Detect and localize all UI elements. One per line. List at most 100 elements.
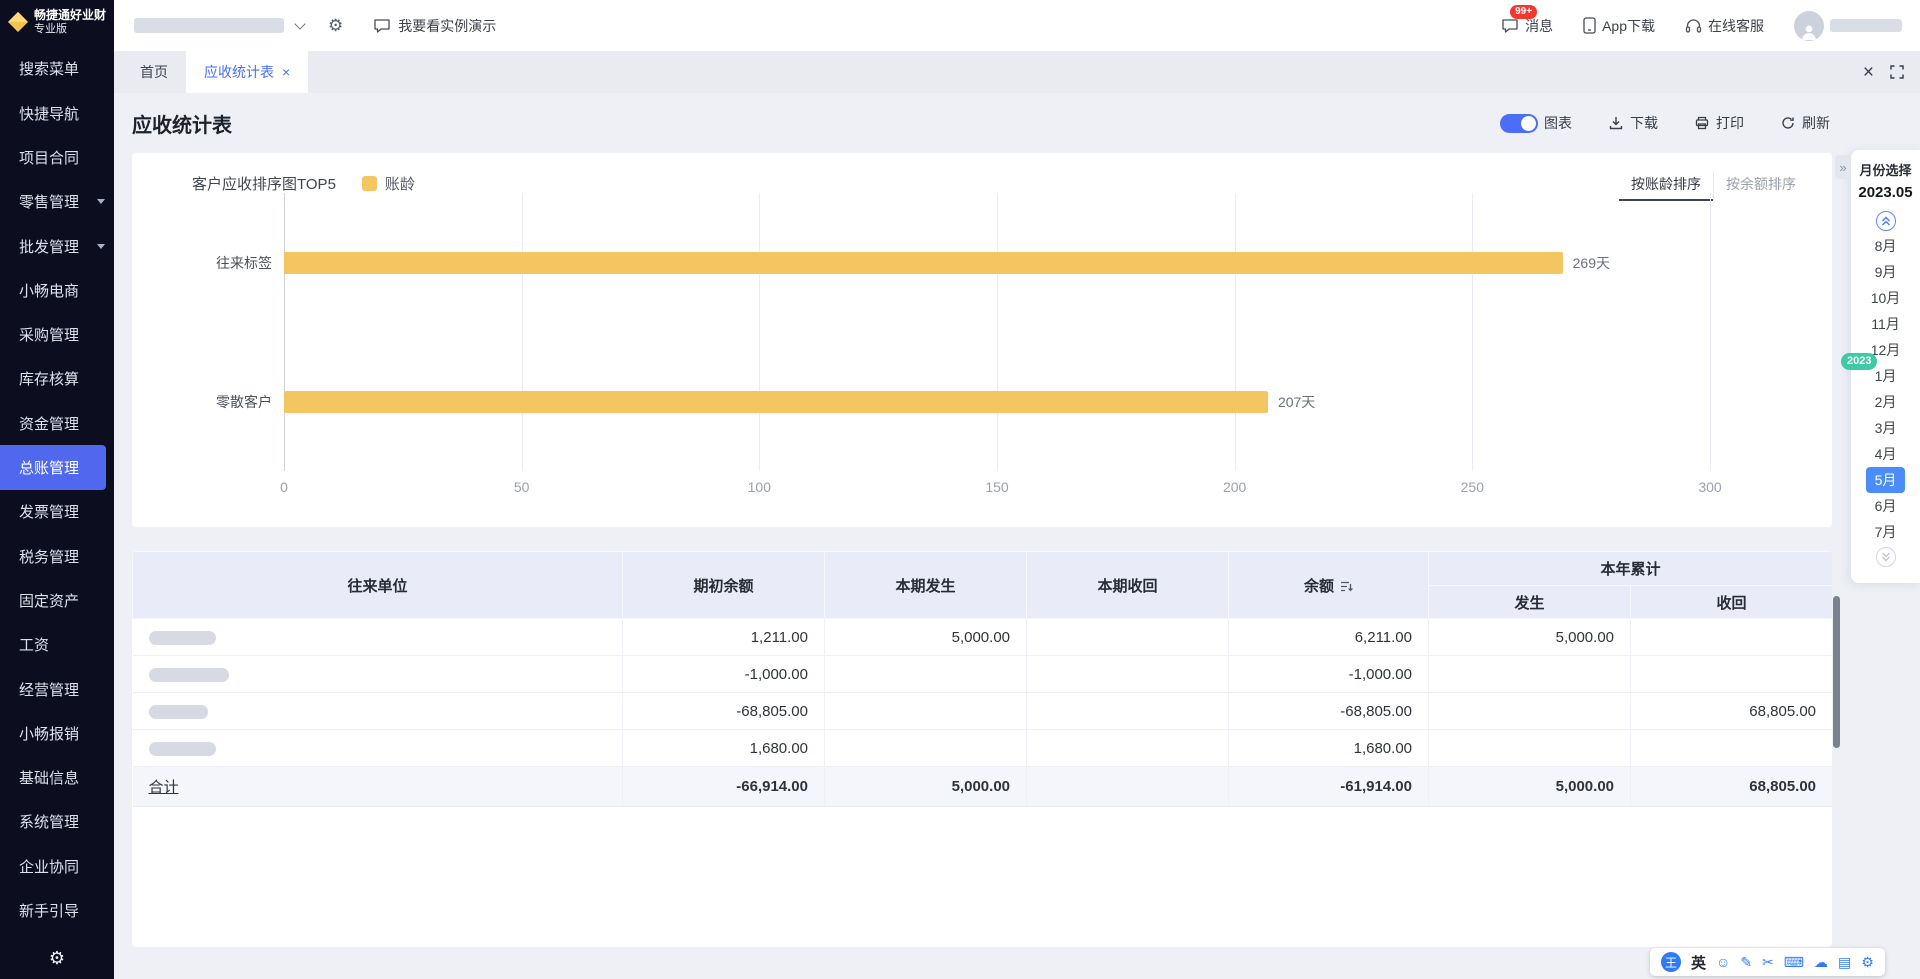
table-cell	[825, 730, 1027, 767]
brand-logo: 畅捷通好业财 专业版	[0, 0, 114, 43]
table-row[interactable]: 1,211.005,000.006,211.005,000.00	[133, 619, 1833, 656]
table-cell	[1027, 619, 1229, 656]
scroll-up-button[interactable]	[1851, 209, 1920, 233]
table-row[interactable]: -68,805.00-68,805.0068,805.00	[133, 693, 1833, 730]
org-selector-redacted[interactable]	[134, 18, 284, 33]
month-item-label: 1月	[1875, 366, 1897, 386]
month-item[interactable]: 6月	[1851, 493, 1920, 519]
sort-icon[interactable]	[1340, 580, 1353, 593]
table-cell	[825, 656, 1027, 693]
collapse-panel-handle[interactable]: »	[1835, 155, 1851, 179]
month-item[interactable]: 9月	[1851, 259, 1920, 285]
demo-link[interactable]: 我要看实例演示	[373, 16, 496, 36]
close-icon[interactable]: ×	[1863, 63, 1874, 82]
print-label: 打印	[1716, 113, 1744, 133]
month-item[interactable]: 4月	[1851, 441, 1920, 467]
avatar[interactable]	[1794, 11, 1824, 41]
sidebar-item[interactable]: 搜索菜单	[0, 47, 114, 91]
sidebar-item[interactable]: 小畅电商	[0, 268, 114, 312]
gridline	[759, 193, 760, 471]
category-label: 往来标签	[132, 253, 272, 273]
chevron-down-icon	[97, 199, 105, 204]
refresh-button[interactable]: 刷新	[1780, 113, 1830, 133]
chevron-down-icon[interactable]	[294, 18, 305, 29]
month-item[interactable]: 3月	[1851, 415, 1920, 441]
sidebar-item[interactable]: 工资	[0, 623, 114, 667]
app-download-button[interactable]: App下载	[1583, 16, 1655, 36]
table-cell: 1,680.00	[1229, 730, 1429, 767]
sidebar-item[interactable]: 零售管理	[0, 180, 114, 224]
sidebar-item[interactable]: 固定资产	[0, 578, 114, 622]
ime-language-mode[interactable]: 英	[1691, 952, 1706, 973]
table-total-row: 合计-66,914.005,000.00-61,914.005,000.0068…	[133, 767, 1833, 807]
demo-link-label: 我要看实例演示	[398, 16, 496, 36]
sidebar-item[interactable]: 税务管理	[0, 534, 114, 578]
panel-icon[interactable]: ▤	[1838, 955, 1851, 969]
party-cell	[133, 656, 623, 693]
month-item[interactable]: 7月	[1851, 519, 1920, 545]
sidebar-item[interactable]: 经营管理	[0, 667, 114, 711]
vertical-scrollbar[interactable]	[1833, 596, 1840, 748]
legend-item-aging[interactable]: 账龄	[362, 173, 415, 194]
refresh-label: 刷新	[1802, 113, 1830, 133]
total-label-link[interactable]: 合计	[149, 779, 179, 796]
scissors-icon[interactable]: ✂	[1762, 955, 1774, 969]
sidebar-item[interactable]: 小畅报销	[0, 711, 114, 755]
month-item[interactable]: 10月	[1851, 285, 1920, 311]
sidebar-item[interactable]: 发票管理	[0, 490, 114, 534]
month-item[interactable]: 11月	[1851, 311, 1920, 337]
sidebar-item[interactable]: 新手引导	[0, 888, 114, 932]
party-cell	[133, 619, 623, 656]
table-row[interactable]: -1,000.00-1,000.00	[133, 656, 1833, 693]
app-window: 畅捷通好业财 专业版 搜索菜单快捷导航项目合同零售管理批发管理小畅电商采购管理库…	[0, 0, 1920, 979]
message-bubble-icon	[1501, 18, 1519, 34]
gear-icon[interactable]: ⚙	[328, 16, 343, 36]
tab-close-icon[interactable]: ×	[282, 65, 290, 79]
chart-toggle[interactable]	[1500, 114, 1538, 133]
ime-logo-icon[interactable]: 王	[1661, 952, 1681, 972]
cloud-icon[interactable]: ☁	[1814, 955, 1828, 969]
month-selector-panel: » 月份选择 2023.05 8月9月10月11月12月1月2月3月4月5月6月…	[1851, 150, 1920, 583]
table-cell: 6,211.00	[1229, 619, 1429, 656]
sidebar-settings-gear-icon[interactable]: ⚙	[0, 948, 114, 969]
print-button[interactable]: 打印	[1694, 113, 1744, 133]
sidebar-item-label: 搜索菜单	[19, 58, 79, 79]
party-cell	[133, 693, 623, 730]
fullscreen-icon[interactable]	[1890, 65, 1904, 79]
table-row[interactable]: 1,680.001,680.00	[133, 730, 1833, 767]
user-account[interactable]	[1794, 11, 1902, 41]
sidebar-item[interactable]: 资金管理	[0, 401, 114, 445]
month-item[interactable]: 2月	[1851, 389, 1920, 415]
month-item-label: 3月	[1875, 418, 1897, 438]
sort-by-balance-tab[interactable]: 按余额排序	[1713, 171, 1808, 201]
month-item-selected[interactable]: 5月	[1851, 467, 1920, 493]
page-title: 应收统计表	[132, 109, 232, 138]
sidebar-item[interactable]: 总账管理	[0, 445, 106, 489]
sidebar-item[interactable]: 库存核算	[0, 357, 114, 401]
smiley-icon[interactable]: ☺	[1716, 955, 1730, 969]
sidebar-item-label: 小畅报销	[19, 723, 79, 744]
scroll-down-button[interactable]	[1851, 545, 1920, 569]
download-button[interactable]: 下载	[1608, 113, 1658, 133]
gear-icon[interactable]: ⚙	[1861, 955, 1874, 969]
tab[interactable]: 应收统计表×	[186, 51, 308, 93]
receivable-table-card: 往来单位 期初余额 本期发生 本期收回 余额 本年累计 发生 收回 1,211.…	[132, 551, 1832, 947]
sidebar-item[interactable]: 采购管理	[0, 313, 114, 357]
tab-bar: 首页应收统计表× ×	[114, 51, 1920, 93]
total-cell: -66,914.00	[623, 767, 825, 807]
online-support-button[interactable]: 在线客服	[1685, 16, 1764, 36]
tab[interactable]: 首页	[122, 51, 186, 93]
sidebar-item[interactable]: 系统管理	[0, 800, 114, 844]
header-party: 往来单位	[133, 552, 623, 619]
content-area: 应收统计表 图表 下载 打印	[114, 93, 1920, 979]
sidebar-item[interactable]: 项目合同	[0, 135, 114, 179]
keyboard-icon[interactable]: ⌨	[1784, 955, 1804, 969]
sidebar-item[interactable]: 企业协同	[0, 844, 114, 888]
messages-button[interactable]: 99+ 消息	[1501, 16, 1553, 36]
sidebar-item[interactable]: 快捷导航	[0, 91, 114, 135]
pen-icon[interactable]: ✎	[1740, 955, 1752, 969]
sidebar-item[interactable]: 基础信息	[0, 756, 114, 800]
brand-subtitle: 专业版	[34, 23, 106, 37]
month-item[interactable]: 8月	[1851, 233, 1920, 259]
sidebar-item[interactable]: 批发管理	[0, 224, 114, 268]
